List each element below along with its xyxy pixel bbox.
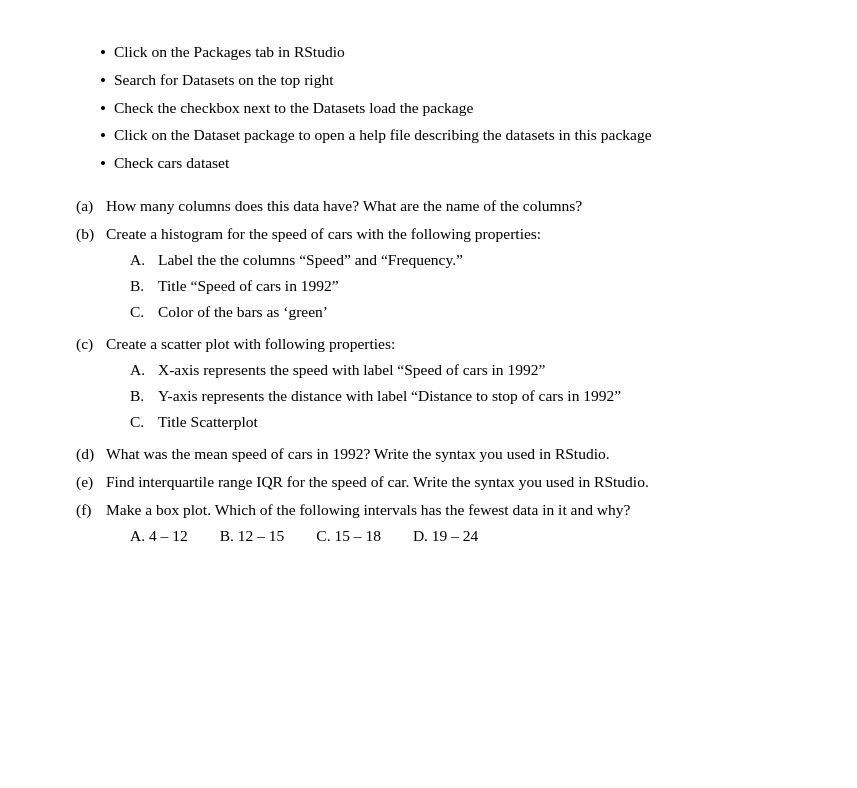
sub-sub-text: Color of the bars as ‘green’ [158,300,809,324]
sub-sub-list: A. X-axis represents the speed with labe… [130,358,809,434]
sub-sub-text: Label the the columns “Speed” and “Frequ… [158,248,809,272]
intervals-row: A. 4 – 12 B. 12 – 15 C. 15 – 18 D. 19 – 24 [130,524,809,548]
sub-question-f: (f)Make a box plot. Which of the followi… [76,498,809,548]
sub-sub-text: Title “Speed of cars in 1992” [158,274,809,298]
sub-content: Find interquartile range IQR for the spe… [106,470,809,494]
sub-question-a: (a)How many columns does this data have?… [76,194,809,218]
sub-sub-text: Title Scatterplot [158,410,809,434]
interval-0: A. 4 – 12 [130,524,188,548]
sub-sub-label: C. [130,410,158,434]
sub-sub-list: A. Label the the columns “Speed” and “Fr… [130,248,809,324]
sub-question-d: (d)What was the mean speed of cars in 19… [76,442,809,466]
sub-text: Make a box plot. Which of the following … [106,501,630,518]
bullet-item-2: • Check the checkbox next to the Datasets… [100,96,809,121]
bullet-item-1: • Search for Datasets on the top right [100,68,809,93]
bullet-text: Check the checkbox next to the Datasets … [114,96,473,120]
sub-sub-label: A. [130,358,158,382]
bullet-text: Click on the Dataset package to open a h… [114,123,652,147]
bullet-text: Click on the Packages tab in RStudio [114,40,345,64]
sub-sub-item-2: C. Title Scatterplot [130,410,809,434]
sub-content: What was the mean speed of cars in 1992?… [106,442,809,466]
sub-text: How many columns does this data have? Wh… [106,197,582,214]
sub-question-e: (e)Find interquartile range IQR for the … [76,470,809,494]
sub-sub-item-1: B. Title “Speed of cars in 1992” [130,274,809,298]
sub-sub-label: B. [130,274,158,298]
sub-label: (b) [76,222,106,246]
sub-label: (d) [76,442,106,466]
sub-questions: (a)How many columns does this data have?… [76,194,809,548]
sub-text: What was the mean speed of cars in 1992?… [106,445,610,462]
interval-1: B. 12 – 15 [220,524,285,548]
sub-content: Create a scatter plot with following pro… [106,332,809,438]
bullet-dot: • [100,41,106,65]
sub-sub-item-0: A. X-axis represents the speed with labe… [130,358,809,382]
sub-question-c: (c)Create a scatter plot with following … [76,332,809,438]
sub-sub-item-1: B. Y-axis represents the distance with l… [130,384,809,408]
bullet-item-4: • Check cars dataset [100,151,809,176]
sub-text: Create a histogram for the speed of cars… [106,225,541,242]
sub-sub-item-2: C. Color of the bars as ‘green’ [130,300,809,324]
bullet-dot: • [100,124,106,148]
sub-sub-item-0: A. Label the the columns “Speed” and “Fr… [130,248,809,272]
sub-sub-label: C. [130,300,158,324]
interval-3: D. 19 – 24 [413,524,478,548]
bullet-item-3: • Click on the Dataset package to open a … [100,123,809,148]
bullet-dot: • [100,69,106,93]
sub-sub-label: B. [130,384,158,408]
bullet-dot: • [100,97,106,121]
bullet-dot: • [100,152,106,176]
sub-text: Create a scatter plot with following pro… [106,335,395,352]
sub-label: (c) [76,332,106,356]
sub-text: Find interquartile range IQR for the spe… [106,473,649,490]
bullet-list: • Click on the Packages tab in RStudio • Se… [100,40,809,176]
sub-label: (f) [76,498,106,522]
bullet-text: Check cars dataset [114,151,229,175]
interval-2: C. 15 – 18 [316,524,381,548]
sub-question-b: (b)Create a histogram for the speed of c… [76,222,809,328]
sub-content: How many columns does this data have? Wh… [106,194,809,218]
sub-sub-text: X-axis represents the speed with label “… [158,358,809,382]
bullet-item-0: • Click on the Packages tab in RStudio [100,40,809,65]
question-1: • Click on the Packages tab in RStudio • Se… [48,32,809,548]
sub-sub-text: Y-axis represents the distance with labe… [158,384,809,408]
sub-label: (a) [76,194,106,218]
sub-sub-label: A. [130,248,158,272]
sub-label: (e) [76,470,106,494]
sub-content: Make a box plot. Which of the following … [106,498,809,548]
sub-content: Create a histogram for the speed of cars… [106,222,809,328]
bullet-text: Search for Datasets on the top right [114,68,334,92]
